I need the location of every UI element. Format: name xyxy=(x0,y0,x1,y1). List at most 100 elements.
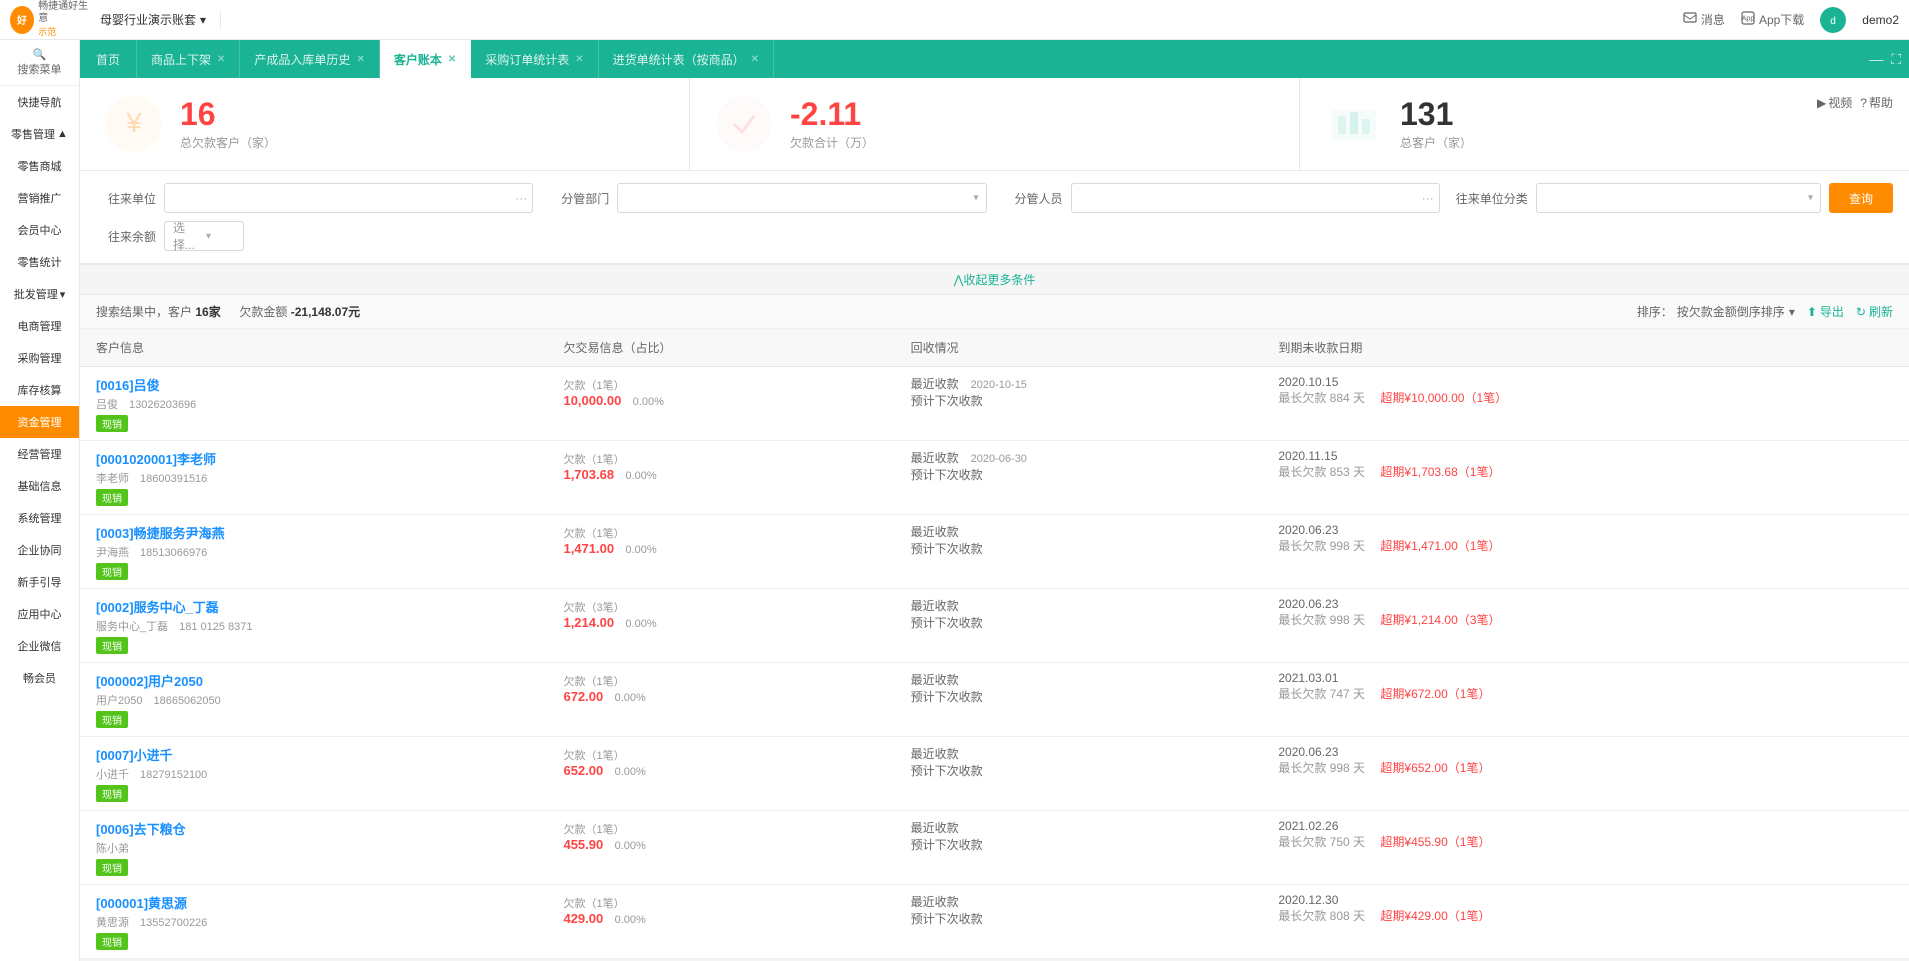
debt-pct: 0.00% xyxy=(615,840,646,852)
logo-icon: 好 xyxy=(10,6,34,34)
unit-class-select[interactable] xyxy=(1536,183,1821,213)
sidebar-item-quick-nav[interactable]: 快捷导航 xyxy=(0,86,79,118)
filter-remainder-label: 往来余额 xyxy=(96,228,156,245)
sidebar-item-member[interactable]: 会员中心 xyxy=(0,214,79,246)
sidebar-item-retail-mgmt[interactable]: 零售管理 ▲ xyxy=(0,118,79,150)
cell-due-date: 2020.12.30 最长欠款 808 天 超期¥429.00（1笔） xyxy=(1262,885,1909,959)
query-button[interactable]: 查询 xyxy=(1829,183,1893,213)
refresh-btn[interactable]: ↻ 刷新 xyxy=(1856,303,1893,320)
sidebar-item-system[interactable]: 系统管理 xyxy=(0,502,79,534)
customer-name-link[interactable]: [0006]去下粮仓 xyxy=(96,819,531,838)
tab-home[interactable]: 首页 xyxy=(80,40,137,78)
overdue-amount[interactable]: 超期¥672.00（1笔） xyxy=(1380,687,1490,701)
customer-status-badge: 现销 xyxy=(96,489,128,506)
tab-customer-account[interactable]: 客户账本 ✕ xyxy=(380,40,471,78)
manager-dots-icon[interactable]: ··· xyxy=(1422,191,1434,205)
customer-name-link[interactable]: [0002]服务中心_丁磊 xyxy=(96,597,531,616)
filter-row-1: 往来单位 ··· 分管部门 xyxy=(96,183,1893,213)
debt-amount[interactable]: 652.00 xyxy=(563,763,603,778)
debt-amount[interactable]: 10,000.00 xyxy=(563,393,621,408)
customer-name-link[interactable]: [0001020001]李老师 xyxy=(96,449,531,468)
export-btn[interactable]: ⬆ 导出 xyxy=(1807,303,1844,320)
manager-input[interactable] xyxy=(1071,183,1440,213)
app-download-btn[interactable]: App App下载 xyxy=(1741,11,1804,28)
results-header: 搜索结果中，客户 16家 欠款金额 -21,148.07元 排序： 按欠款金额倒… xyxy=(80,295,1909,329)
debt-amount[interactable]: 429.00 xyxy=(563,911,603,926)
tab-close-icon[interactable]: ✕ xyxy=(356,54,364,65)
user-avatar[interactable]: d xyxy=(1820,7,1846,33)
sidebar-item-member-vip[interactable]: 畅会员 xyxy=(0,662,79,694)
sidebar-item-newbie[interactable]: 新手引导 xyxy=(0,566,79,598)
sidebar-item-enterprise[interactable]: 企业协同 xyxy=(0,534,79,566)
tab-goods-stats[interactable]: 进货单统计表（按商品） ✕ xyxy=(599,40,774,78)
filter-dept: 分管部门 ▾ xyxy=(549,183,986,213)
debt-amount[interactable]: 1,703.68 xyxy=(563,467,614,482)
debt-amount[interactable]: 1,214.00 xyxy=(563,615,614,630)
sidebar-item-inventory[interactable]: 库存核算 xyxy=(0,374,79,406)
sidebar-item-label: 企业协同 xyxy=(18,545,62,557)
sidebar-item-retail-stats[interactable]: 零售统计 xyxy=(0,246,79,278)
overdue-amount[interactable]: 超期¥1,471.00（1笔） xyxy=(1380,539,1500,553)
sidebar-item-weixin[interactable]: 企业微信 xyxy=(0,630,79,662)
customer-phone: 小进千 18279152100 xyxy=(96,766,531,782)
overdue-amount[interactable]: 超期¥1,214.00（3笔） xyxy=(1380,613,1500,627)
overdue-days: 最长欠款 998 天 xyxy=(1278,539,1377,553)
customer-name-link[interactable]: [000002]用户2050 xyxy=(96,671,531,690)
sidebar-item-ecommerce[interactable]: 电商管理 xyxy=(0,310,79,342)
overdue-amount[interactable]: 超期¥10,000.00（1笔） xyxy=(1380,391,1507,405)
tab-maximize-btn[interactable]: ⛶ xyxy=(1891,51,1901,68)
cell-customer-info: [0006]去下粮仓 陈小弟 现销 xyxy=(80,811,547,885)
sidebar-item-basic-info[interactable]: 基础信息 xyxy=(0,470,79,502)
company-selector[interactable]: 母婴行业演示账套 ▾ xyxy=(90,11,221,28)
top-bar: 好 畅捷通好生意 示范 母婴行业演示账套 ▾ 消息 App App下载 xyxy=(0,0,1909,40)
sidebar-item-wholesale-mgmt[interactable]: 批发管理 ▾ xyxy=(0,278,79,310)
debt-desc: 欠款（1笔） xyxy=(563,821,878,837)
tab-close-icon[interactable]: ✕ xyxy=(217,54,225,65)
sort-select[interactable]: 排序： 按欠款金额倒序排序 ▾ xyxy=(1637,303,1795,320)
export-icon: ⬆ xyxy=(1807,305,1817,319)
overdue-amount[interactable]: 超期¥1,703.68（1笔） xyxy=(1380,465,1500,479)
remainder-select[interactable]: 选择... ▾ xyxy=(164,221,244,251)
debt-amount[interactable]: 672.00 xyxy=(563,689,603,704)
tab-purchase-stats[interactable]: 采购订单统计表 ✕ xyxy=(471,40,598,78)
help-btn[interactable]: ? 帮助 xyxy=(1860,94,1893,111)
debt-amount[interactable]: 1,471.00 xyxy=(563,541,614,556)
sidebar-item-operations[interactable]: 经营管理 xyxy=(0,438,79,470)
svg-text:d: d xyxy=(1831,16,1837,27)
tab-minimize-btn[interactable]: — xyxy=(1869,51,1883,68)
debt-desc: 欠款（1笔） xyxy=(563,673,878,689)
customer-name-link[interactable]: [0003]畅捷服务尹海燕 xyxy=(96,523,531,542)
tab-close-icon[interactable]: ✕ xyxy=(751,54,759,65)
sidebar-item-purchase[interactable]: 采购管理 xyxy=(0,342,79,374)
results-debt-label: 欠款金额 xyxy=(239,305,287,319)
customer-name-link[interactable]: [0016]吕俊 xyxy=(96,375,531,394)
cell-due-date: 2020.06.23 最长欠款 998 天 超期¥652.00（1笔） xyxy=(1262,737,1909,811)
video-btn[interactable]: ▶ 视频 xyxy=(1817,94,1852,111)
sidebar-item-label: 批发管理 xyxy=(14,286,58,302)
customer-name-link[interactable]: [0007]小进千 xyxy=(96,745,531,764)
tab-product-shelf[interactable]: 商品上下架 ✕ xyxy=(137,40,240,78)
sidebar-search[interactable]: 🔍 搜索菜单 xyxy=(0,40,79,86)
dept-select[interactable] xyxy=(617,183,986,213)
collection-date: 2020-06-30 xyxy=(971,453,1027,465)
debt-desc: 欠款（1笔） xyxy=(563,895,878,911)
sidebar-item-app-center[interactable]: 应用中心 xyxy=(0,598,79,630)
tab-close-icon[interactable]: ✕ xyxy=(448,54,456,65)
customer-name-link[interactable]: [000001]黄思源 xyxy=(96,893,531,912)
from-unit-input[interactable] xyxy=(164,183,533,213)
collection-recent: 最近收款 2020-06-30 xyxy=(911,449,1247,466)
tab-finished-goods[interactable]: 产成品入库单历史 ✕ xyxy=(240,40,379,78)
sidebar-item-marketing[interactable]: 营销推广 xyxy=(0,182,79,214)
customer-phone: 服务中心_丁磊 181 0125 8371 xyxy=(96,618,531,634)
overdue-amount[interactable]: 超期¥455.90（1笔） xyxy=(1380,835,1490,849)
message-btn[interactable]: 消息 xyxy=(1683,11,1725,28)
debt-amount[interactable]: 455.90 xyxy=(563,837,603,852)
content-area: 首页 商品上下架 ✕ 产成品入库单历史 ✕ 客户账本 ✕ 采购订单统计表 ✕ xyxy=(80,40,1909,961)
sidebar-item-retail-mall[interactable]: 零售商城 xyxy=(0,150,79,182)
sidebar-item-finance[interactable]: 资金管理 xyxy=(0,406,79,438)
from-unit-dots-icon[interactable]: ··· xyxy=(515,191,527,205)
overdue-amount[interactable]: 超期¥429.00（1笔） xyxy=(1380,909,1490,923)
collapse-btn[interactable]: ⋀ 收起更多条件 xyxy=(80,264,1909,295)
tab-close-icon[interactable]: ✕ xyxy=(575,54,583,65)
overdue-amount[interactable]: 超期¥652.00（1笔） xyxy=(1380,761,1490,775)
